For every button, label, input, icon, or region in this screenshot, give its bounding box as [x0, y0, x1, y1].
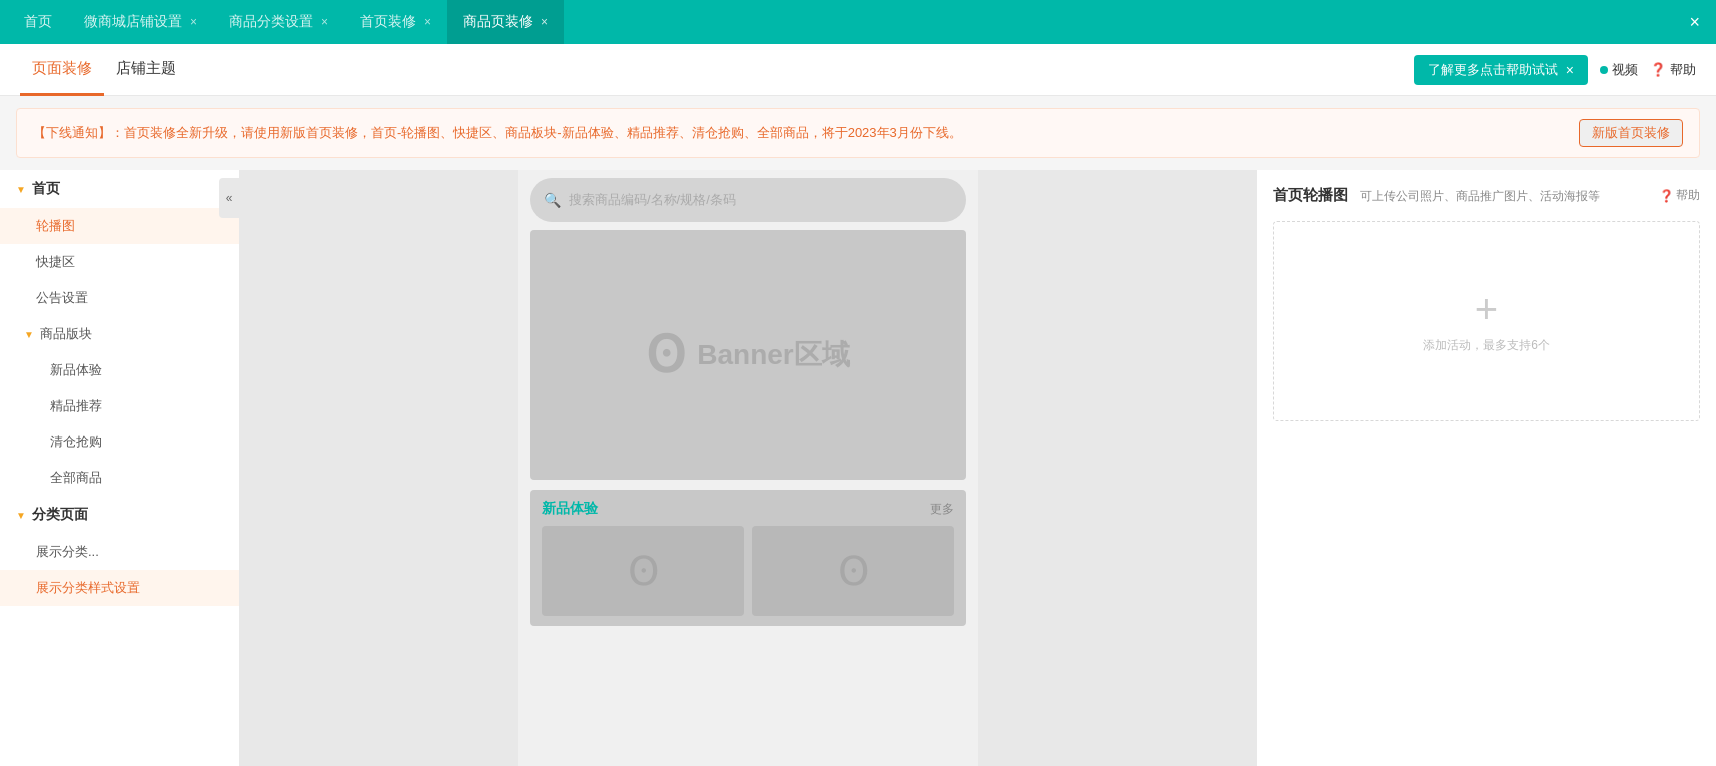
question-icon: ❓ — [1650, 62, 1666, 77]
plus-icon: + — [1475, 289, 1498, 329]
tab-category-settings[interactable]: 商品分类设置 × — [213, 0, 344, 44]
arrow-down-icon: ▼ — [16, 184, 26, 195]
arrow-down-icon-3: ▼ — [16, 510, 26, 521]
tab-product-decor-label: 商品页装修 — [463, 13, 533, 31]
search-icon: 🔍 — [544, 192, 561, 208]
tab-store-settings[interactable]: 微商城店铺设置 × — [68, 0, 213, 44]
right-panel-title: 首页轮播图 — [1273, 186, 1348, 203]
chevron-left-icon: « — [226, 191, 233, 205]
preview-area: 🔍 搜索商品编码/名称/规格/条码 ʘ Banner区域 新品体验 更多 ʘ — [240, 170, 1256, 766]
sidebar-section-home[interactable]: ▼ 首页 — [0, 170, 239, 208]
banner-area: ʘ Banner区域 — [530, 230, 966, 480]
preview-phone: 🔍 搜索商品编码/名称/规格/条码 ʘ Banner区域 新品体验 更多 ʘ — [518, 170, 978, 766]
right-panel-help-button[interactable]: ❓ 帮助 — [1659, 187, 1700, 204]
search-bar: 🔍 搜索商品编码/名称/规格/条码 — [530, 178, 966, 222]
tab-product-decor-close[interactable]: × — [541, 15, 548, 29]
banner-text-label: Banner区域 — [697, 336, 849, 374]
tab-bar: 首页 微商城店铺设置 × 商品分类设置 × 首页装修 × 商品页装修 × × — [0, 0, 1716, 44]
tab-category-settings-close[interactable]: × — [321, 15, 328, 29]
banner-logo-icon: ʘ — [646, 326, 685, 384]
product-section: 新品体验 更多 ʘ ʘ — [530, 490, 966, 626]
banner-logo: ʘ Banner区域 — [646, 326, 849, 384]
tab-store-settings-close[interactable]: × — [190, 15, 197, 29]
sidebar-item-featured[interactable]: 精品推荐 — [0, 388, 239, 424]
tab-home-decor[interactable]: 首页装修 × — [344, 0, 447, 44]
right-panel: 首页轮播图 可上传公司照片、商品推广图片、活动海报等 ❓ 帮助 + 添加活动，最… — [1256, 170, 1716, 766]
tab-home-decor-label: 首页装修 — [360, 13, 416, 31]
help-banner-text: 了解更多点击帮助试试 — [1428, 61, 1558, 79]
sidebar-item-banner[interactable]: 轮播图 — [0, 208, 239, 244]
product-card-2: ʘ — [752, 526, 954, 616]
product-section-title: 新品体验 — [542, 500, 598, 518]
sidebar-item-new-experience[interactable]: 新品体验 — [0, 352, 239, 388]
sidebar-item-clearance[interactable]: 清仓抢购 — [0, 424, 239, 460]
right-panel-title-group: 首页轮播图 可上传公司照片、商品推广图片、活动海报等 — [1273, 186, 1600, 205]
tab-product-decor[interactable]: 商品页装修 × — [447, 0, 564, 44]
sidebar-item-quick-zone[interactable]: 快捷区 — [0, 244, 239, 280]
product-grid: ʘ ʘ — [542, 526, 954, 616]
product-section-more: 更多 — [930, 501, 954, 518]
sub-nav-store-theme[interactable]: 店铺主题 — [104, 44, 188, 96]
tab-store-settings-label: 微商城店铺设置 — [84, 13, 182, 31]
sub-nav: 页面装修 店铺主题 了解更多点击帮助试试 × 视频 ❓ 帮助 — [0, 44, 1716, 96]
product-section-header: 新品体验 更多 — [542, 500, 954, 518]
sidebar: « ▼ 首页 轮播图 快捷区 公告设置 ▼ 商品版块 新品体验 精品推荐 清仓抢… — [0, 170, 240, 766]
product-card-1: ʘ — [542, 526, 744, 616]
sidebar-item-notice-setting[interactable]: 公告设置 — [0, 280, 239, 316]
sub-nav-page-decor[interactable]: 页面装修 — [20, 44, 104, 96]
sidebar-item-all-products[interactable]: 全部商品 — [0, 460, 239, 496]
help-button[interactable]: ❓ 帮助 — [1650, 61, 1696, 79]
search-placeholder: 搜索商品编码/名称/规格/条码 — [569, 191, 736, 209]
sub-nav-right: 了解更多点击帮助试试 × 视频 ❓ 帮助 — [1414, 55, 1696, 85]
help-banner-close[interactable]: × — [1566, 62, 1574, 78]
question-circle-icon: ❓ — [1659, 189, 1674, 203]
main-layout: « ▼ 首页 轮播图 快捷区 公告设置 ▼ 商品版块 新品体验 精品推荐 清仓抢… — [0, 170, 1716, 766]
product-icon-2: ʘ — [838, 548, 869, 594]
sidebar-subsection-product-block[interactable]: ▼ 商品版块 — [0, 316, 239, 352]
video-dot-icon — [1600, 66, 1608, 74]
new-homepage-decor-button[interactable]: 新版首页装修 — [1579, 119, 1683, 147]
right-panel-subtitle: 可上传公司照片、商品推广图片、活动海报等 — [1360, 189, 1600, 203]
tab-bar-close-button[interactable]: × — [1681, 12, 1708, 33]
arrow-down-icon-2: ▼ — [24, 329, 34, 340]
product-icon-1: ʘ — [628, 548, 659, 594]
right-panel-header: 首页轮播图 可上传公司照片、商品推广图片、活动海报等 ❓ 帮助 — [1273, 186, 1700, 205]
help-banner[interactable]: 了解更多点击帮助试试 × — [1414, 55, 1588, 85]
sidebar-collapse-button[interactable]: « — [219, 178, 239, 218]
upload-area[interactable]: + 添加活动，最多支持6个 — [1273, 221, 1700, 421]
notice-bar: 【下线通知】：首页装修全新升级，请使用新版首页装修，首页-轮播图、快捷区、商品板… — [16, 108, 1700, 158]
video-button[interactable]: 视频 — [1600, 61, 1638, 79]
sidebar-item-category-style[interactable]: 展示分类样式设置 — [0, 570, 239, 606]
tab-home-decor-close[interactable]: × — [424, 15, 431, 29]
tab-category-settings-label: 商品分类设置 — [229, 13, 313, 31]
sidebar-item-show-category[interactable]: 展示分类... — [0, 534, 239, 570]
sidebar-section-category[interactable]: ▼ 分类页面 — [0, 496, 239, 534]
tab-home-label: 首页 — [24, 13, 52, 31]
upload-hint: 添加活动，最多支持6个 — [1423, 337, 1550, 354]
tab-home[interactable]: 首页 — [8, 0, 68, 44]
notice-text: 【下线通知】：首页装修全新升级，请使用新版首页装修，首页-轮播图、快捷区、商品板… — [33, 124, 962, 142]
